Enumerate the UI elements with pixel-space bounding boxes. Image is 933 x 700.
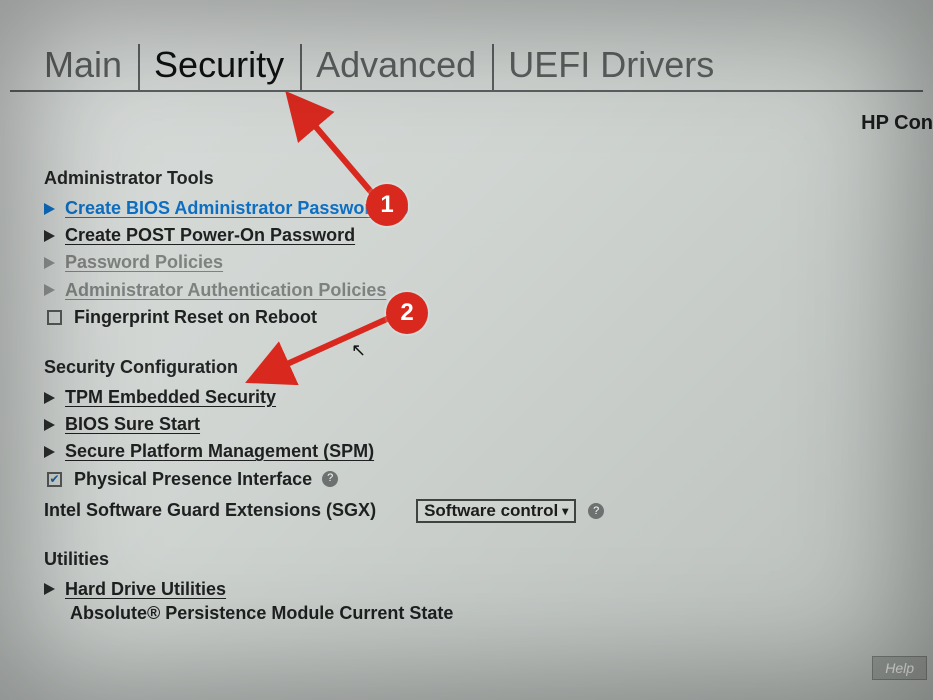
section-utilities-title: Utilities: [44, 549, 893, 570]
subtext-absolute-persistence: Absolute® Persistence Module Current Sta…: [70, 603, 893, 624]
tab-main[interactable]: Main: [40, 44, 132, 90]
item-create-bios-password[interactable]: Create BIOS Administrator Password ?: [44, 195, 893, 222]
select-sgx[interactable]: Software control: [416, 499, 576, 523]
tab-uefi-drivers[interactable]: UEFI Drivers: [492, 44, 724, 90]
link-hard-drive-utilities[interactable]: Hard Drive Utilities: [65, 577, 226, 602]
tabs: Main Security Advanced UEFI Drivers: [10, 0, 923, 92]
help-icon[interactable]: ?: [588, 503, 604, 519]
section-admin-tools-title: Administrator Tools: [44, 168, 893, 189]
item-admin-auth-policies[interactable]: Administrator Authentication Policies: [44, 277, 893, 304]
arrow-icon: [44, 203, 55, 215]
tab-advanced[interactable]: Advanced: [300, 44, 486, 90]
arrow-icon: [44, 419, 55, 431]
arrow-icon: [44, 446, 55, 458]
link-create-post-password[interactable]: Create POST Power-On Password: [65, 223, 355, 248]
arrow-icon: [44, 583, 55, 595]
item-bios-sure-start[interactable]: BIOS Sure Start: [44, 411, 893, 438]
tab-security[interactable]: Security: [138, 44, 294, 90]
item-physical-presence[interactable]: Physical Presence Interface ?: [44, 466, 893, 493]
label-sgx: Intel Software Guard Extensions (SGX): [44, 500, 376, 521]
item-hard-drive-utilities[interactable]: Hard Drive Utilities: [44, 576, 893, 603]
arrow-icon: [44, 284, 55, 296]
item-secure-platform-mgmt[interactable]: Secure Platform Management (SPM): [44, 438, 893, 465]
link-bios-sure-start[interactable]: BIOS Sure Start: [65, 412, 200, 437]
item-password-policies[interactable]: Password Policies: [44, 249, 893, 276]
checkbox-physical-presence[interactable]: [47, 472, 62, 487]
main-panel: Administrator Tools Create BIOS Administ…: [0, 92, 933, 624]
link-admin-auth-policies[interactable]: Administrator Authentication Policies: [65, 278, 386, 303]
annotation-badge-2: 2: [386, 292, 428, 334]
cursor-icon: ↖: [351, 340, 366, 361]
help-bar[interactable]: Help: [872, 656, 927, 680]
annotation-badge-1: 1: [366, 184, 408, 226]
link-password-policies[interactable]: Password Policies: [65, 250, 223, 275]
arrow-icon: [44, 230, 55, 242]
item-create-post-password[interactable]: Create POST Power-On Password: [44, 222, 893, 249]
branding-text: HP Con: [861, 112, 933, 135]
section-security-config-title: Security Configuration: [44, 357, 893, 378]
label-fingerprint-reset: Fingerprint Reset on Reboot: [74, 305, 317, 330]
arrow-icon: [44, 257, 55, 269]
checkbox-fingerprint-reset[interactable]: [47, 310, 62, 325]
row-sgx: Intel Software Guard Extensions (SGX) So…: [44, 499, 893, 523]
link-tpm-embedded-security[interactable]: TPM Embedded Security: [65, 385, 276, 410]
help-icon[interactable]: ?: [322, 471, 338, 487]
item-tpm-embedded-security[interactable]: TPM Embedded Security: [44, 384, 893, 411]
link-create-bios-password[interactable]: Create BIOS Administrator Password: [65, 196, 382, 221]
link-secure-platform-mgmt[interactable]: Secure Platform Management (SPM): [65, 439, 374, 464]
arrow-icon: [44, 392, 55, 404]
item-fingerprint-reset[interactable]: Fingerprint Reset on Reboot: [44, 304, 893, 331]
label-physical-presence: Physical Presence Interface: [74, 467, 312, 492]
